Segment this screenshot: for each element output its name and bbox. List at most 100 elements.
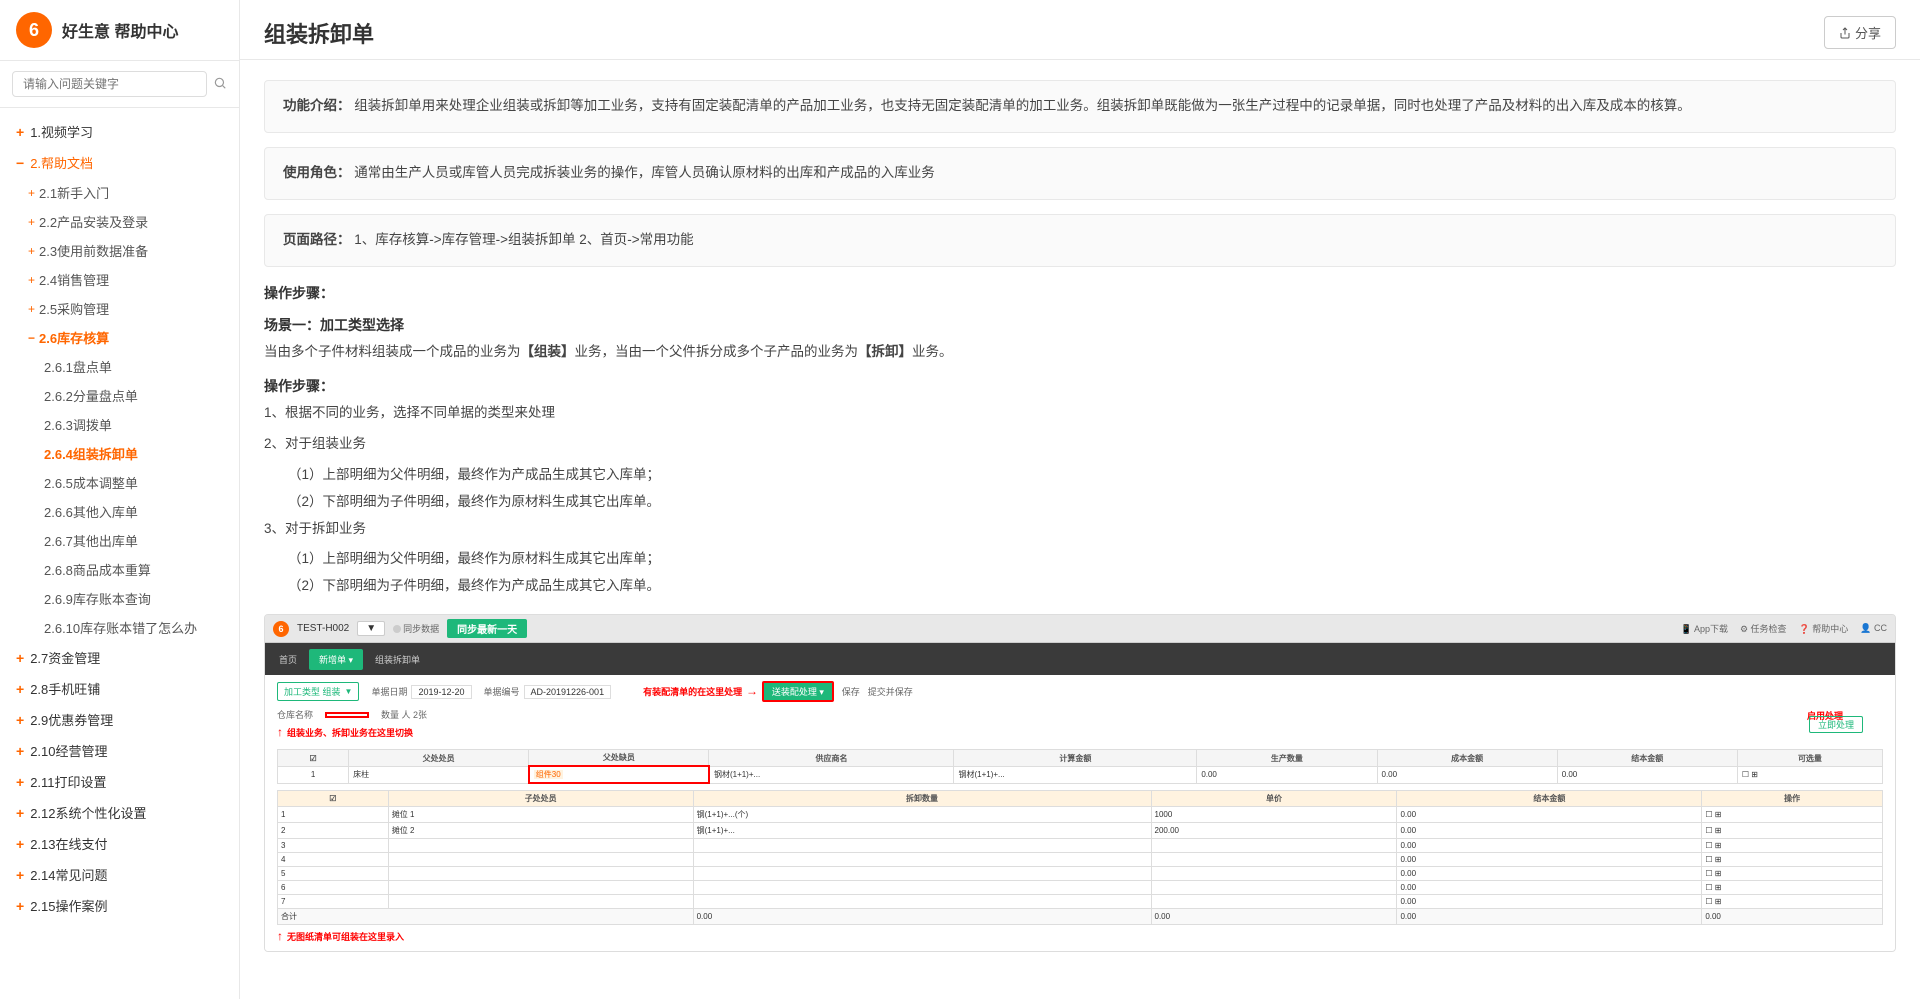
plus-icon: + — [16, 867, 24, 883]
share-button[interactable]: 分享 — [1824, 16, 1896, 49]
plus-icon: + — [16, 805, 24, 821]
plus-icon: + — [16, 650, 24, 666]
col-3: 供应商名 — [709, 750, 954, 767]
intro-text: 组装拆卸单用来处理企业组装或拆卸等加工业务，支持有固定装配清单的产品加工业务，也… — [354, 98, 1691, 113]
annotation-4: 无图纸清单可组装在这里录入 — [287, 930, 404, 943]
sidebar-item-personalize[interactable]: + 2.12系统个性化设置 — [0, 797, 239, 828]
sidebar-section-label: 2.10经营管理 — [30, 741, 107, 760]
mini-green-btn: 同步最新一天 — [447, 619, 527, 638]
scenario1-desc: 当由多个子件材料组装成一个成品的业务为【组装】业务，当由一个父件拆分成多个子产品… — [264, 341, 1896, 364]
table-footer: 合计 0.00 0.00 0.00 0.00 — [278, 909, 1883, 925]
mini-data-table: ☑ 父处处员 父处缺员 供应商名 计算金额 生产数量 成本金额 结本金额 可选量 — [277, 749, 1883, 784]
minus-icon: − — [16, 155, 24, 171]
sidebar: 6 好生意 帮助中心 + 1.视频学习 − 2.帮助文档 + 2.1新手入门 + — [0, 0, 240, 999]
sidebar-item-cases[interactable]: + 2.15操作案例 — [0, 890, 239, 921]
annotation-2: 组装业务、拆卸业务在这里切换 — [287, 726, 413, 739]
sidebar-item-data-prep[interactable]: + 2.3使用前数据准备 — [28, 236, 239, 265]
nav-children-26: 2.6.1盘点单 2.6.2分量盘点单 2.6.3调拨单 2.6.4组装拆卸单 … — [28, 352, 239, 642]
plus-icon: + — [28, 273, 35, 287]
plus-icon: + — [16, 898, 24, 914]
mini-table-area: ☑ 父处处员 父处缺员 供应商名 计算金额 生产数量 成本金额 结本金额 可选量 — [265, 745, 1895, 951]
sidebar-item-inventory-check[interactable]: 2.6.1盘点单 — [44, 352, 239, 381]
sidebar-section-label: 2.14常见问题 — [30, 865, 107, 884]
sidebar-item-print[interactable]: + 2.11打印设置 — [0, 766, 239, 797]
screenshot-container: 6 TEST-H002 ▼ 同步数据 同步最新一天 📱 App下载 ⚙ 任务检查… — [264, 614, 1896, 952]
sidebar-item-stock-ledger[interactable]: 2.6.9库存账本查询 — [44, 584, 239, 613]
intro-block: 功能介绍： 组装拆卸单用来处理企业组装或拆卸等加工业务，支持有固定装配清单的产品… — [264, 80, 1896, 133]
sidebar-item-cost-adjust[interactable]: 2.6.5成本调整单 — [44, 468, 239, 497]
steps-heading: 操作步骤： — [264, 283, 1896, 303]
sub-table-row: 1 摊位 1 钢(1+1)+...(个) 1000 0.00 ☐ ⊞ — [278, 807, 1883, 823]
path-text: 1、库存核算->库存管理->组装拆卸单 2、首页->常用功能 — [354, 232, 693, 247]
sidebar-item-beginner[interactable]: + 2.1新手入门 — [28, 178, 239, 207]
mini-logo-icon: 6 — [273, 621, 289, 637]
sub-col-5: 操作 — [1702, 791, 1883, 807]
mini-date-field: 单据日期 2019-12-20 — [371, 685, 471, 699]
mini-submit-btn: 提交并保存 — [868, 687, 913, 697]
col-5: 生产数量 — [1197, 750, 1377, 767]
sub-table-row: 6 0.00 ☐ ⊞ — [278, 881, 1883, 895]
mini-count-label: 数量 人 2张 — [381, 708, 427, 721]
annotation-zone-2: ↑ 组装业务、拆卸业务在这里切换 — [277, 725, 1883, 739]
sidebar-item-assembly[interactable]: 2.6.4组装拆卸单 — [44, 439, 239, 468]
col-4: 计算金额 — [954, 750, 1197, 767]
table-row: 1 床柱 组件30 钢材(1+1)+... 钢材(1+1)+... 0.00 0… — [278, 766, 1883, 783]
sub-table-row: 2 摊位 2 钢(1+1)+... 200.00 0.00 ☐ ⊞ — [278, 823, 1883, 839]
scenario1-heading: 场景一：加工类型选择 — [264, 315, 1896, 335]
step-2-sub-2: （2）下部明细为子件明细，最终作为原材料生成其它出库单。 — [264, 491, 1896, 514]
sidebar-item-partial-check[interactable]: 2.6.2分量盘点单 — [44, 381, 239, 410]
ops-steps-heading: 操作步骤： — [264, 376, 1896, 396]
step-2-sub-1: （1）上部明细为父件明细，最终作为产成品生成其它入库单； — [264, 464, 1896, 487]
sidebar-item-mobile[interactable]: + 2.8手机旺铺 — [0, 673, 239, 704]
sidebar-item-transfer[interactable]: 2.6.3调拨单 — [44, 410, 239, 439]
plus-icon: + — [28, 186, 35, 200]
col-6: 成本金额 — [1377, 750, 1557, 767]
sidebar-item-other-out[interactable]: 2.6.7其他出库单 — [44, 526, 239, 555]
step-1: 1、根据不同的业务，选择不同单据的类型来处理 — [264, 402, 1896, 425]
step-3-sub-2: （2）下部明细为子件明细，最终作为产成品生成其它入库单。 — [264, 575, 1896, 598]
sidebar-item-finance[interactable]: + 2.7资金管理 — [0, 642, 239, 673]
sidebar-item-ops[interactable]: + 2.10经营管理 — [0, 735, 239, 766]
sidebar-item-coupon[interactable]: + 2.9优惠券管理 — [0, 704, 239, 735]
sidebar-item-help-docs[interactable]: − 2.帮助文档 — [0, 147, 239, 178]
step-2: 2、对于组装业务 — [264, 433, 1896, 456]
sidebar-item-purchase[interactable]: + 2.5采购管理 — [28, 294, 239, 323]
mini-sub-table: ☑ 子处处员 拆卸数量 单价 结本金额 操作 1 — [277, 790, 1883, 925]
plus-icon: + — [28, 244, 35, 258]
mini-save-btn: 保存 — [842, 687, 860, 697]
search-button[interactable] — [213, 76, 227, 93]
sidebar-item-inventory[interactable]: − 2.6库存核算 — [28, 323, 239, 352]
page-content: 功能介绍： 组装拆卸单用来处理企业组装或拆卸等加工业务，支持有固定装配清单的产品… — [240, 60, 1920, 972]
sidebar-item-video[interactable]: + 1.视频学习 — [0, 116, 239, 147]
mini-order-value: AD-20191226-001 — [524, 685, 612, 699]
sidebar-section-label: 2.8手机旺铺 — [30, 679, 100, 698]
mini-form: 加工类型 组装 ▼ 单据日期 2019-12-20 单据编号 AD-201912… — [265, 675, 1895, 745]
sidebar-header: 6 好生意 帮助中心 — [0, 0, 239, 61]
plus-icon: + — [28, 215, 35, 229]
search-input[interactable] — [12, 71, 207, 97]
sub-col-4: 结本金额 — [1397, 791, 1702, 807]
annotation-1: 有装配清单的在这里处理 — [643, 687, 742, 697]
col-check: ☑ — [278, 750, 349, 767]
sub-table-row: 4 0.00 ☐ ⊞ — [278, 853, 1883, 867]
sidebar-section-label: 1.视频学习 — [30, 122, 93, 141]
sidebar-item-faq[interactable]: + 2.14常见问题 — [0, 859, 239, 890]
logo-icon: 6 — [16, 12, 52, 48]
arrow-icon-4: ↑ — [277, 929, 283, 943]
sidebar-section-label: 2.15操作案例 — [30, 896, 107, 915]
path-block: 页面路径： 1、库存核算->库存管理->组装拆卸单 2、首页->常用功能 — [264, 214, 1896, 267]
app-title: 好生意 帮助中心 — [62, 18, 178, 42]
mini-type-selector: 加工类型 组装 ▼ — [277, 682, 359, 701]
content-area: 组装拆卸单 分享 功能介绍： 组装拆卸单用来处理企业组装或拆卸等加工业务，支持有… — [240, 0, 1920, 999]
plus-icon: + — [16, 774, 24, 790]
sidebar-item-install[interactable]: + 2.2产品安装及登录 — [28, 207, 239, 236]
sidebar-item-cost-recalc[interactable]: 2.6.8商品成本重算 — [44, 555, 239, 584]
sidebar-item-payment[interactable]: + 2.13在线支付 — [0, 828, 239, 859]
col-7: 结本金额 — [1557, 750, 1737, 767]
sub-col-2: 拆卸数量 — [693, 791, 1151, 807]
sidebar-item-sales[interactable]: + 2.4销售管理 — [28, 265, 239, 294]
sidebar-item-stock-fix[interactable]: 2.6.10库存账本错了怎么办 — [44, 613, 239, 642]
sidebar-item-other-in[interactable]: 2.6.6其他入库单 — [44, 497, 239, 526]
sidebar-section-label: 2.12系统个性化设置 — [30, 803, 146, 822]
col-1: 父处处员 — [349, 750, 529, 767]
